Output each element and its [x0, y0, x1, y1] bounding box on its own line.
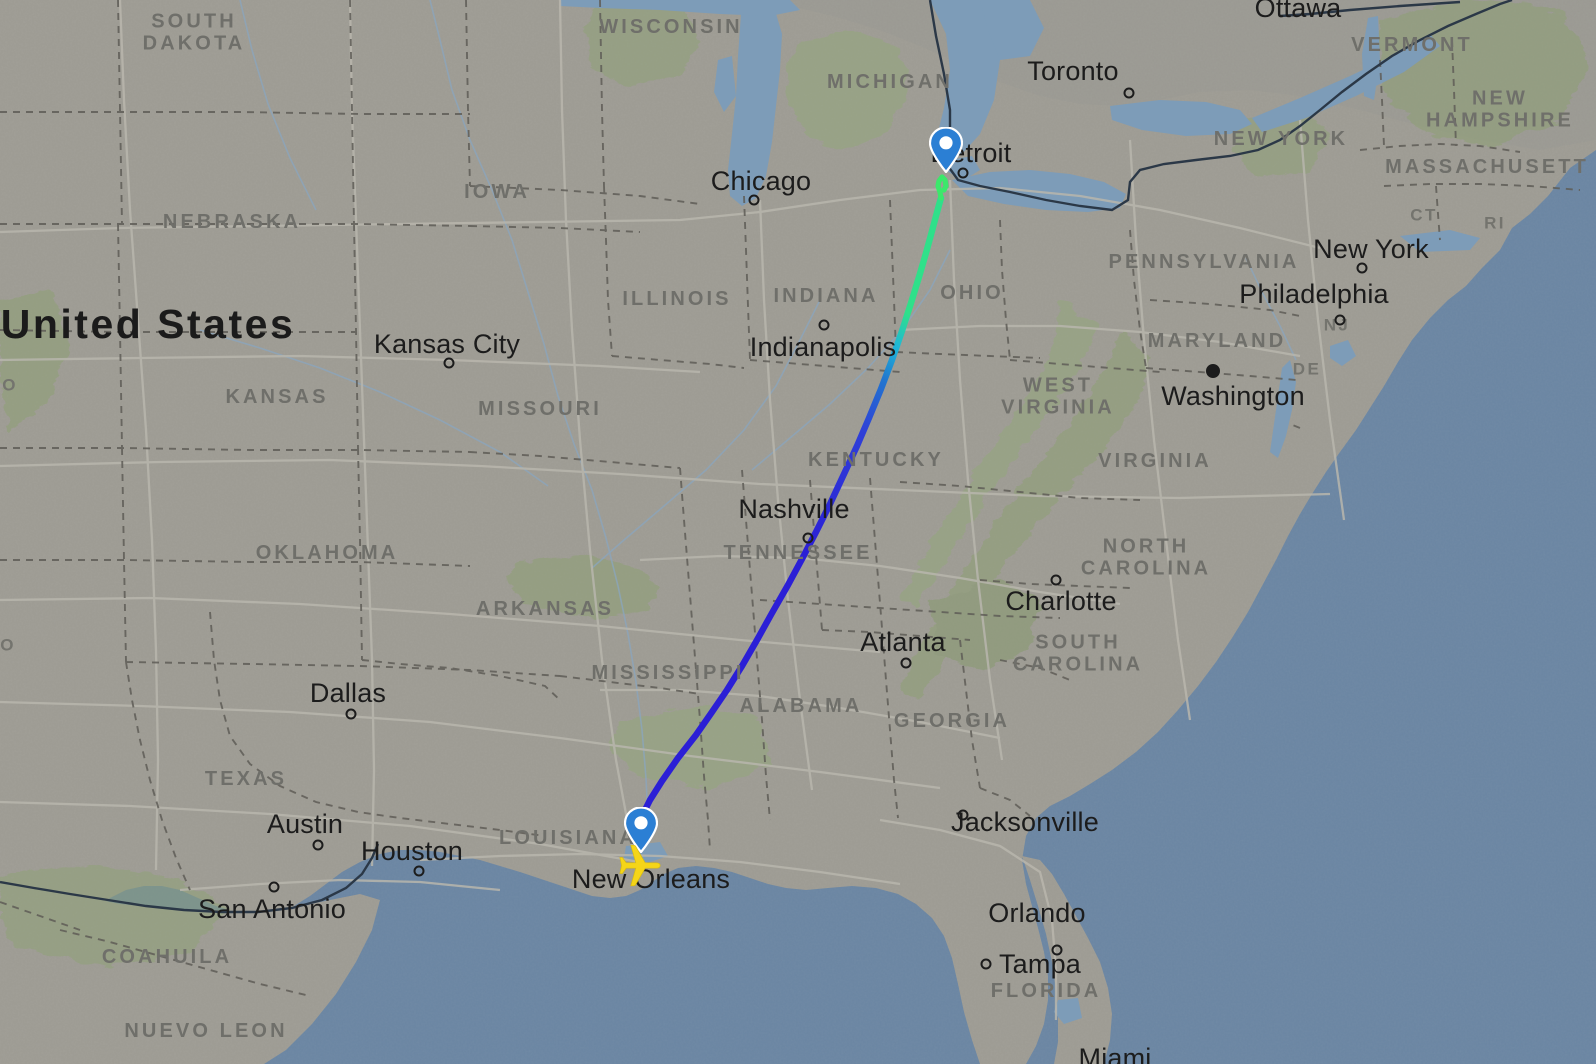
- flight-tracker-map[interactable]: SOUTH DAKOTA WISCONSIN MICHIGAN VERMONT NEW …: [0, 0, 1596, 1064]
- flight-marker-layer[interactable]: [0, 0, 1596, 1064]
- destination-pin-detroit[interactable]: [928, 126, 964, 178]
- aircraft-icon[interactable]: [617, 843, 663, 894]
